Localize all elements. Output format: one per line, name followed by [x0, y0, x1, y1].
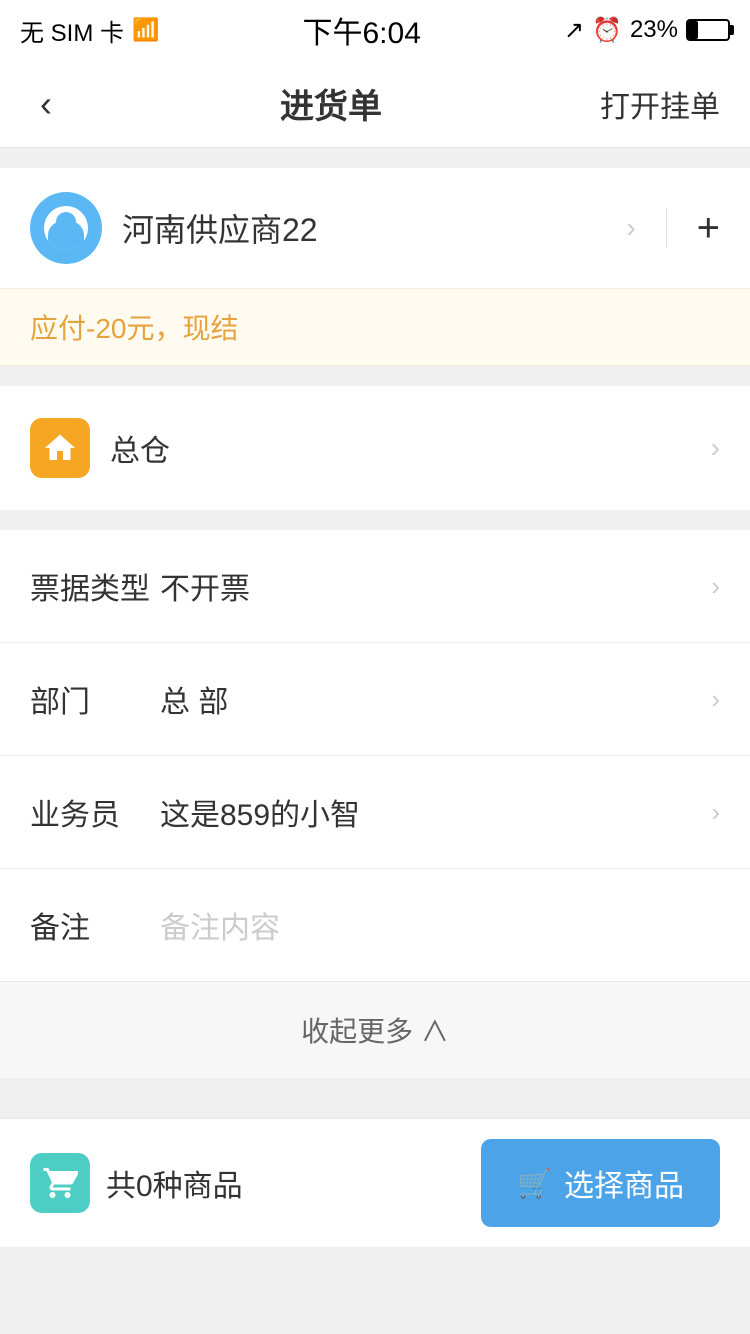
supplier-avatar: [30, 192, 102, 264]
remarks-row[interactable]: 备注 备注内容: [0, 869, 750, 981]
product-count: 共0种商品: [106, 1161, 243, 1205]
warehouse-svg: [42, 430, 78, 466]
department-value: 总 部: [160, 677, 701, 721]
add-supplier-button[interactable]: +: [697, 206, 720, 251]
salesperson-label: 业务员: [30, 790, 160, 834]
product-icon: [30, 1153, 90, 1213]
battery-percent: 23%: [630, 16, 678, 44]
open-pending-button[interactable]: 打开挂单: [600, 82, 720, 126]
product-svg: [42, 1165, 78, 1201]
invoice-chevron-icon: ›: [711, 571, 720, 602]
status-right: ↗ ⏰ 23%: [564, 16, 730, 45]
warehouse-label: 总仓: [110, 426, 711, 470]
status-carrier: 无 SIM 卡 📶: [20, 13, 159, 48]
select-product-icon: 🛒: [517, 1167, 552, 1200]
wifi-icon: 📶: [132, 17, 159, 43]
select-product-button[interactable]: 🛒 选择商品: [481, 1139, 720, 1227]
department-chevron-icon: ›: [711, 684, 720, 715]
salesperson-row[interactable]: 业务员 这是859的小智 ›: [0, 756, 750, 869]
battery-icon: [686, 19, 730, 41]
bottom-bar: 共0种商品 🛒 选择商品: [0, 1118, 750, 1247]
section-gap-3: [0, 510, 750, 530]
page-title: 进货单: [280, 79, 382, 128]
salesperson-value: 这是859的小智: [160, 790, 701, 834]
salesperson-chevron-icon: ›: [711, 797, 720, 828]
supplier-actions: › +: [626, 206, 720, 251]
alarm-icon: ⏰: [592, 16, 622, 45]
supplier-name: 河南供应商22: [122, 205, 626, 251]
info-banner: 应付-20元，现结: [0, 288, 750, 366]
remarks-input[interactable]: 备注内容: [160, 903, 720, 947]
select-product-label: 选择商品: [564, 1161, 684, 1205]
section-gap-1: [0, 148, 750, 168]
invoice-type-label: 票据类型: [30, 564, 160, 608]
location-icon: ↗: [564, 16, 584, 45]
product-summary: 共0种商品: [30, 1153, 243, 1213]
collapse-toggle[interactable]: 收起更多 ∧: [0, 981, 750, 1078]
remarks-label: 备注: [30, 903, 160, 947]
supplier-row[interactable]: 河南供应商22 › +: [0, 168, 750, 288]
warehouse-row[interactable]: 总仓 ›: [0, 386, 750, 510]
invoice-type-row[interactable]: 票据类型 不开票 ›: [0, 530, 750, 643]
invoice-type-value: 不开票: [160, 564, 701, 608]
department-label: 部门: [30, 677, 160, 721]
supplier-divider: [666, 208, 667, 248]
avatar-image: [44, 206, 88, 250]
section-gap-2: [0, 366, 750, 386]
warehouse-chevron-icon: ›: [711, 432, 720, 464]
section-gap-4: [0, 1078, 750, 1098]
status-time: 下午6:04: [302, 8, 420, 52]
department-row[interactable]: 部门 总 部 ›: [0, 643, 750, 756]
warehouse-section: 总仓 ›: [0, 386, 750, 510]
nav-bar: ‹ 进货单 打开挂单: [0, 60, 750, 148]
supplier-chevron-icon: ›: [626, 212, 635, 244]
status-bar: 无 SIM 卡 📶 下午6:04 ↗ ⏰ 23%: [0, 0, 750, 60]
form-section: 票据类型 不开票 › 部门 总 部 › 业务员 这是859的小智 › 备注 备注…: [0, 530, 750, 981]
warehouse-icon: [30, 418, 90, 478]
supplier-section: 河南供应商22 › + 应付-20元，现结: [0, 168, 750, 366]
back-button[interactable]: ‹: [30, 73, 62, 135]
